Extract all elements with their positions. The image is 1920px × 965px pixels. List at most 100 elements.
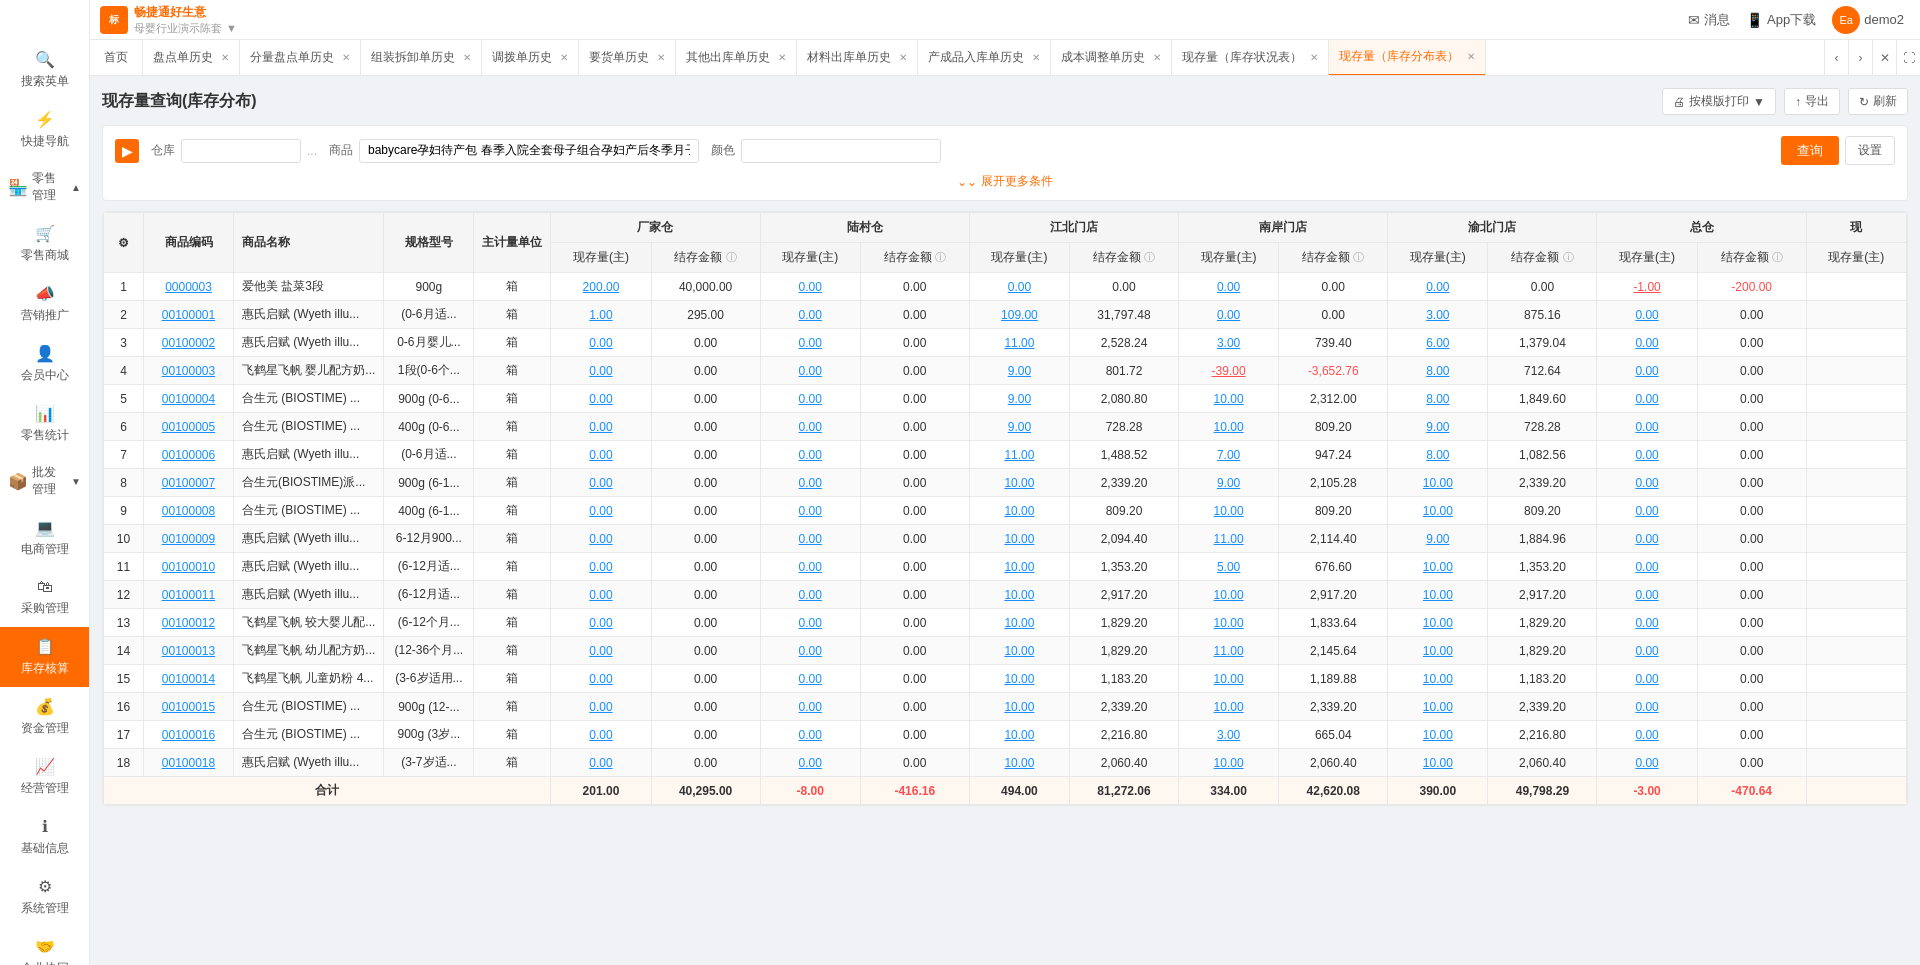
cell-value-link[interactable]: 0.00 [551, 749, 651, 777]
cell-value-link[interactable]: 0.00 [1597, 693, 1697, 721]
cell-value-link[interactable]: 0.00 [1597, 329, 1697, 357]
cell-value-link[interactable]: 00100015 [144, 693, 234, 721]
cell-value-link[interactable]: 0.00 [1597, 637, 1697, 665]
cell-value-link[interactable]: 10.00 [1179, 581, 1279, 609]
search-button[interactable]: 查询 [1781, 136, 1839, 165]
cell-value-link[interactable]: 0.00 [760, 721, 860, 749]
cell-value-link[interactable]: 10.00 [969, 665, 1069, 693]
cell-value-link[interactable]: 0.00 [760, 609, 860, 637]
cell-value-link[interactable]: 10.00 [969, 637, 1069, 665]
arrow-right-icon[interactable]: › [1848, 40, 1872, 76]
cell-value-link[interactable]: 0.00 [1597, 553, 1697, 581]
cell-value-link[interactable]: 0.00 [1179, 273, 1279, 301]
cell-value-link[interactable]: 200.00 [551, 273, 651, 301]
sidebar-item-member[interactable]: 👤 会员中心 [0, 334, 89, 394]
cell-value-link[interactable]: 10.00 [1179, 693, 1279, 721]
cell-value-link[interactable]: 10.00 [1179, 385, 1279, 413]
cell-value-link[interactable]: 0.00 [551, 497, 651, 525]
refresh-button[interactable]: ↻ 刷新 [1848, 88, 1908, 115]
tab-cost-adjust-history[interactable]: 成本调整单历史 ✕ [1051, 40, 1172, 76]
cell-value-link[interactable]: 0.00 [1179, 301, 1279, 329]
cell-value-link[interactable]: 0.00 [551, 721, 651, 749]
cell-value-link[interactable]: 0.00 [1597, 665, 1697, 693]
cell-value-link[interactable]: 0.00 [760, 385, 860, 413]
cell-value-link[interactable]: 3.00 [1179, 329, 1279, 357]
cell-value-link[interactable]: 00100010 [144, 553, 234, 581]
cell-value-link[interactable]: 0.00 [1597, 469, 1697, 497]
cell-value-link[interactable]: 10.00 [1388, 693, 1488, 721]
cell-value-link[interactable]: 10.00 [1388, 749, 1488, 777]
cell-value-link[interactable]: 00100008 [144, 497, 234, 525]
sidebar-item-purchase[interactable]: 🛍 采购管理 [0, 568, 89, 627]
sidebar-item-ecom[interactable]: 💻 电商管理 [0, 508, 89, 568]
cell-value-link[interactable]: 0.00 [1597, 357, 1697, 385]
info-icon[interactable]: ⓘ [935, 251, 946, 263]
filter-expand-button[interactable]: ▶ [115, 139, 139, 163]
cell-value-link[interactable]: 11.00 [1179, 525, 1279, 553]
cell-value-link[interactable]: 10.00 [1179, 497, 1279, 525]
cell-value-link[interactable]: 0.00 [1597, 609, 1697, 637]
message-button[interactable]: ✉ 消息 [1688, 11, 1730, 29]
cell-value-link[interactable]: 9.00 [969, 385, 1069, 413]
cell-value-link[interactable]: -1.00 [1597, 273, 1697, 301]
info-icon[interactable]: ⓘ [1563, 251, 1574, 263]
close-tab-icon[interactable]: ✕ [560, 52, 568, 63]
cell-value-link[interactable]: 1.00 [551, 301, 651, 329]
expand-more-button[interactable]: ⌄⌄ 展开更多条件 [115, 173, 1895, 190]
cell-value-link[interactable]: 0.00 [760, 525, 860, 553]
cell-value-link[interactable]: 11.00 [969, 441, 1069, 469]
tab-outbound-history[interactable]: 其他出库单历史 ✕ [676, 40, 797, 76]
cell-value-link[interactable]: 0.00 [760, 749, 860, 777]
cell-value-link[interactable]: 0.00 [551, 609, 651, 637]
cell-value-link[interactable]: 10.00 [1388, 721, 1488, 749]
tab-home[interactable]: 首页 [90, 40, 143, 76]
sidebar-item-finance[interactable]: 💰 资金管理 [0, 687, 89, 747]
cell-value-link[interactable]: 00100011 [144, 581, 234, 609]
cell-value-link[interactable]: 11.00 [1179, 637, 1279, 665]
sidebar-item-quicknav[interactable]: ⚡ 快捷导航 [0, 100, 89, 160]
cell-value-link[interactable]: 10.00 [969, 749, 1069, 777]
cell-value-link[interactable]: 10.00 [969, 497, 1069, 525]
cell-value-link[interactable]: 0.00 [760, 553, 860, 581]
cell-value-link[interactable]: 11.00 [969, 329, 1069, 357]
cell-value-link[interactable]: 10.00 [969, 609, 1069, 637]
cell-value-link[interactable]: -39.00 [1179, 357, 1279, 385]
cell-value-link[interactable]: 0.00 [551, 693, 651, 721]
info-icon[interactable]: ⓘ [726, 251, 737, 263]
cell-value-link[interactable]: 10.00 [969, 525, 1069, 553]
cell-value-link[interactable]: 10.00 [969, 693, 1069, 721]
cell-value-link[interactable]: 0.00 [760, 693, 860, 721]
tab-requisition-history[interactable]: 要货单历史 ✕ [579, 40, 676, 76]
cell-value-link[interactable]: 0.00 [551, 357, 651, 385]
cell-value-link[interactable]: 109.00 [969, 301, 1069, 329]
cell-value-link[interactable]: 10.00 [969, 581, 1069, 609]
cell-value-link[interactable]: 0.00 [551, 441, 651, 469]
cell-value-link[interactable]: 0.00 [1388, 273, 1488, 301]
cell-value-link[interactable]: 0.00 [551, 553, 651, 581]
close-tab-icon[interactable]: ✕ [1153, 52, 1161, 63]
close-tab-icon[interactable]: ✕ [342, 52, 350, 63]
cell-value-link[interactable]: 0000003 [144, 273, 234, 301]
close-tab-icon[interactable]: ✕ [1310, 52, 1318, 63]
cell-value-link[interactable]: 0.00 [1597, 385, 1697, 413]
cell-value-link[interactable]: 0.00 [551, 413, 651, 441]
cell-value-link[interactable]: 10.00 [1388, 665, 1488, 693]
cell-value-link[interactable]: 0.00 [969, 273, 1069, 301]
cell-value-link[interactable]: 0.00 [551, 385, 651, 413]
cell-value-link[interactable]: 3.00 [1388, 301, 1488, 329]
info-icon[interactable]: ⓘ [1144, 251, 1155, 263]
cell-value-link[interactable]: 0.00 [760, 497, 860, 525]
user-profile[interactable]: Ea demo2 [1832, 6, 1904, 34]
cell-value-link[interactable]: 0.00 [760, 273, 860, 301]
sidebar-item-baseinfo[interactable]: ℹ 基础信息 [0, 807, 89, 867]
cell-value-link[interactable]: 0.00 [760, 665, 860, 693]
cell-value-link[interactable]: 00100005 [144, 413, 234, 441]
cell-value-link[interactable]: 0.00 [1597, 581, 1697, 609]
cell-value-link[interactable]: 00100006 [144, 441, 234, 469]
tab-stock-status[interactable]: 现存量（库存状况表） ✕ [1172, 40, 1329, 76]
print-button[interactable]: 🖨 按模版打印 ▼ [1662, 88, 1776, 115]
cell-value-link[interactable]: 0.00 [1597, 525, 1697, 553]
cell-value-link[interactable]: 00100003 [144, 357, 234, 385]
info-icon[interactable]: ⓘ [1353, 251, 1364, 263]
cell-value-link[interactable]: 10.00 [1388, 581, 1488, 609]
